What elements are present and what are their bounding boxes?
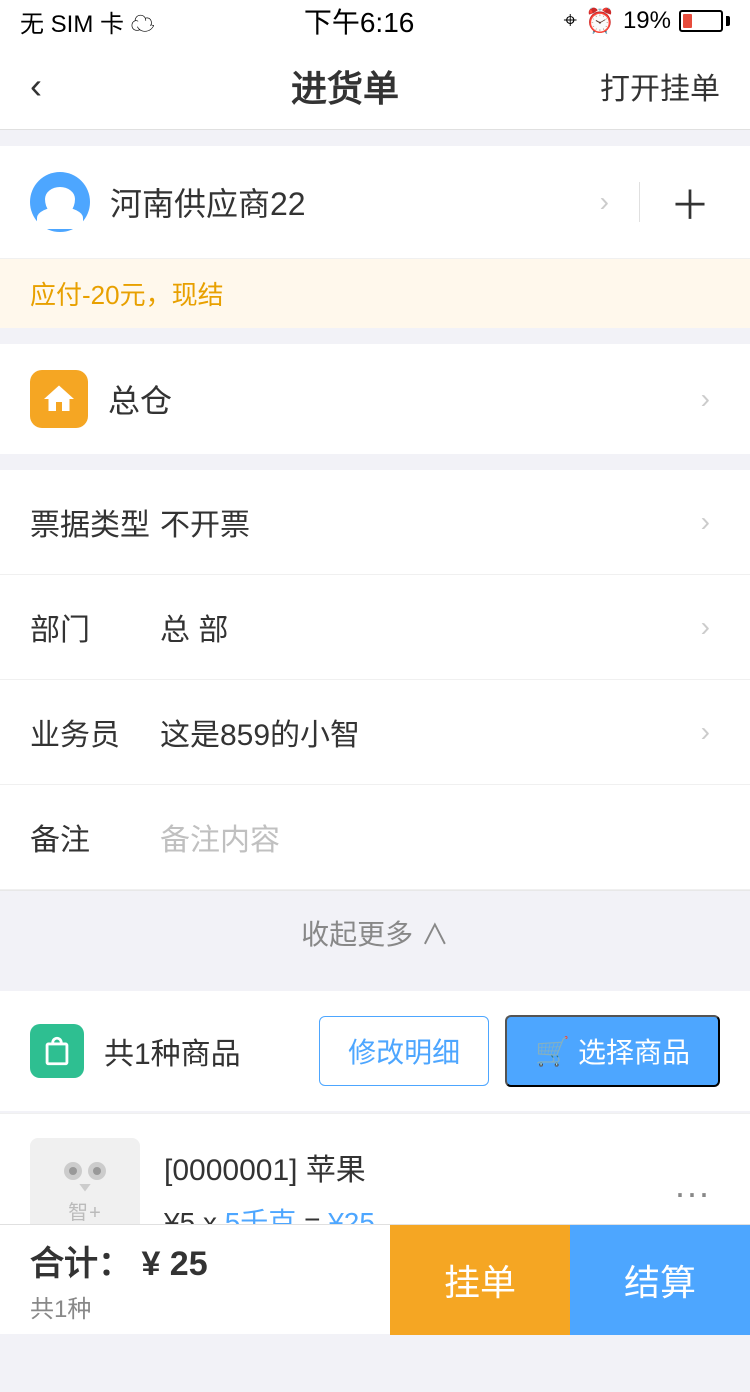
status-bar: 无 SIM 卡 ☁ 下午6:16 ⌖ ⏰ 19% [0, 0, 750, 42]
owl-text: 智+ [68, 1196, 102, 1225]
form-card: 票据类型 不开票 › 部门 总 部 › 业务员 这是859的小智 › 备注 备注… [0, 470, 750, 975]
checkout-button[interactable]: 结算 [570, 1225, 750, 1335]
total-count: 共1种 [30, 1289, 360, 1324]
total-amount: 合计： ¥ 25 [30, 1236, 360, 1285]
ticket-type-row[interactable]: 票据类型 不开票 › [0, 470, 750, 575]
warehouse-chevron-icon: › [701, 383, 710, 415]
supplier-row[interactable]: 河南供应商22 › ＋ [0, 146, 750, 259]
modify-detail-button[interactable]: 修改明细 [319, 1016, 489, 1086]
owl-eyes [64, 1162, 106, 1180]
total-section: 合计： ¥ 25 共1种 [0, 1236, 390, 1324]
avatar-icon [45, 187, 75, 217]
total-label: 合计： [30, 1245, 132, 1283]
salesman-row[interactable]: 业务员 这是859的小智 › [0, 680, 750, 785]
alarm-icon: ⏰ [585, 7, 615, 36]
product-name: [0000001] 苹果 [164, 1145, 664, 1189]
ticket-type-label: 票据类型 [30, 500, 160, 544]
bottom-bar: 合计： ¥ 25 共1种 挂单 结算 [0, 1224, 750, 1334]
products-icon [30, 1024, 84, 1078]
department-value: 总 部 [160, 605, 701, 649]
open-hang-button[interactable]: 打开挂单 [600, 64, 720, 108]
select-product-label: 选择商品 [578, 1031, 690, 1071]
salesman-chevron-icon: › [701, 716, 710, 748]
house-icon [41, 381, 77, 417]
products-count: 共1种商品 [104, 1029, 319, 1073]
warehouse-icon [30, 370, 88, 428]
owl-left-eye [64, 1162, 82, 1180]
back-button[interactable]: ‹ [30, 65, 90, 107]
salesman-value: 这是859的小智 [160, 710, 701, 754]
ticket-type-chevron-icon: › [701, 506, 710, 538]
status-right: ⌖ ⏰ 19% [564, 7, 730, 36]
collapse-button[interactable]: 收起更多 ∧ [0, 890, 750, 975]
bag-icon [40, 1034, 74, 1068]
hang-order-button[interactable]: 挂单 [390, 1225, 570, 1335]
remark-row[interactable]: 备注 备注内容 [0, 785, 750, 890]
warehouse-name: 总仓 [108, 376, 701, 422]
remark-input[interactable]: 备注内容 [160, 815, 720, 859]
owl-right-eye [88, 1162, 106, 1180]
divider [639, 182, 640, 222]
product-code: [0000001] [164, 1154, 297, 1187]
location-icon: ⌖ [564, 7, 578, 35]
battery-percent: 19% [623, 7, 671, 35]
department-label: 部门 [30, 605, 160, 649]
page-title: 进货单 [90, 60, 600, 112]
product-title: 苹果 [306, 1154, 366, 1187]
product-more-button[interactable]: ··· [664, 1172, 720, 1214]
supplier-card: 河南供应商22 › ＋ 应付-20元，现结 [0, 146, 750, 328]
sim-status: 无 SIM 卡 ☁ [20, 4, 155, 39]
add-supplier-button[interactable]: ＋ [660, 173, 720, 231]
salesman-label: 业务员 [30, 710, 160, 754]
status-left: 无 SIM 卡 ☁ [20, 4, 155, 39]
warehouse-row[interactable]: 总仓 › [0, 344, 750, 454]
nav-bar: ‹ 进货单 打开挂单 [0, 42, 750, 130]
products-header: 共1种商品 修改明细 🛒 选择商品 [0, 991, 750, 1111]
department-row[interactable]: 部门 总 部 › [0, 575, 750, 680]
supplier-notice: 应付-20元，现结 [0, 259, 750, 328]
department-chevron-icon: › [701, 611, 710, 643]
supplier-chevron-icon: › [600, 186, 609, 218]
supplier-name: 河南供应商22 [110, 179, 600, 225]
ticket-type-value: 不开票 [160, 500, 701, 544]
select-product-button[interactable]: 🛒 选择商品 [505, 1015, 720, 1087]
owl-logo: 智+ [64, 1162, 106, 1225]
status-time: 下午6:16 [304, 1, 415, 41]
remark-label: 备注 [30, 815, 160, 859]
battery-icon [679, 10, 730, 32]
owl-beak [79, 1184, 91, 1192]
cart-icon: 🛒 [535, 1035, 570, 1068]
total-value: ¥ 25 [141, 1245, 207, 1283]
content: 河南供应商22 › ＋ 应付-20元，现结 总仓 › 票据类型 不开票 › 部门… [0, 146, 750, 1392]
supplier-avatar [30, 172, 90, 232]
